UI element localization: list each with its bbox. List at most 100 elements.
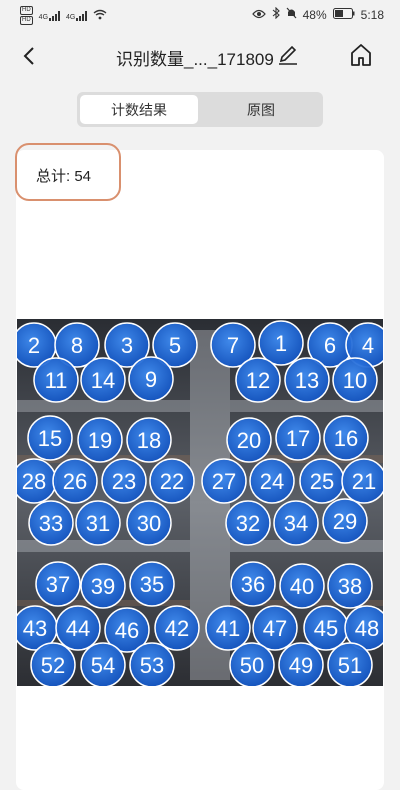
- detection-number: 37: [46, 572, 70, 597]
- annotated-pipe-photo[interactable]: 2 8 3 5 7 1 6 411 14 9 12 13 1015 19 18 20 17 1628 26 23 22 2…: [17, 319, 383, 686]
- detection-number: 10: [343, 368, 367, 393]
- detection-number: 30: [137, 511, 161, 536]
- detection-number: 1: [275, 331, 287, 356]
- total-count: 总计: 54: [36, 168, 92, 185]
- detection-marker: 41: [205, 605, 251, 651]
- detection-marker: 11: [33, 357, 79, 403]
- detection-number: 7: [227, 333, 239, 358]
- detection-marker: 52: [30, 642, 76, 686]
- detection-number: 40: [290, 574, 314, 599]
- detection-marker: 42: [154, 605, 200, 651]
- detection-marker: 10: [332, 357, 378, 403]
- detection-marker: 32: [225, 500, 271, 546]
- detection-number: 45: [314, 616, 338, 641]
- detection-number: 53: [140, 653, 164, 678]
- detection-number: 11: [45, 368, 68, 393]
- detection-marker: 29: [322, 498, 368, 544]
- detection-marker: 35: [129, 561, 175, 607]
- detection-number: 8: [71, 333, 83, 358]
- detection-number: 25: [310, 469, 334, 494]
- detection-marker: 24: [249, 458, 295, 504]
- detection-marker: 19: [77, 417, 123, 463]
- detection-marker: 22: [149, 458, 195, 504]
- eye-icon: [251, 8, 266, 22]
- detection-number: 5: [169, 333, 181, 358]
- network-status: HD HD 4G 4G: [20, 6, 107, 25]
- detection-number: 35: [140, 572, 164, 597]
- back-arrow-icon[interactable]: [18, 44, 42, 68]
- detection-number: 43: [23, 616, 47, 641]
- detection-number: 17: [286, 426, 310, 451]
- detection-marker: 14: [80, 357, 126, 403]
- detection-number: 6: [324, 333, 336, 358]
- detection-number: 52: [41, 653, 65, 678]
- detection-marker: 38: [327, 563, 373, 609]
- detection-marker: 25: [299, 458, 345, 504]
- detection-number: 3: [121, 333, 133, 358]
- signal-icon: 4G: [66, 10, 88, 21]
- detection-number: 23: [112, 469, 136, 494]
- title-bar: 识别数量_..._171809: [0, 30, 400, 82]
- detection-number: 20: [237, 428, 261, 453]
- detection-number: 24: [260, 469, 284, 494]
- battery-percent: 48%: [302, 7, 327, 22]
- detection-number: 32: [236, 511, 260, 536]
- detection-number: 31: [86, 511, 110, 536]
- tab-original-image[interactable]: 原图: [202, 95, 320, 124]
- detection-number: 50: [240, 653, 264, 678]
- detection-number: 47: [263, 616, 287, 641]
- mute-icon: [286, 7, 297, 22]
- detection-number: 2: [28, 333, 40, 358]
- detection-marker: 49: [278, 642, 324, 686]
- detection-number: 46: [115, 618, 139, 643]
- system-status: 48% 5:18: [251, 6, 384, 22]
- clock: 5:18: [360, 7, 384, 22]
- detection-number: 42: [165, 616, 189, 641]
- detection-number: 27: [212, 469, 236, 494]
- wifi-icon: [93, 9, 107, 23]
- detection-number: 34: [284, 511, 308, 536]
- edit-pencil-icon[interactable]: [276, 43, 300, 67]
- detection-number: 49: [289, 653, 313, 678]
- detection-number: 51: [338, 653, 362, 678]
- detection-marker: 50: [229, 642, 275, 686]
- detection-number: 22: [160, 469, 184, 494]
- detection-number: 13: [295, 368, 319, 393]
- detection-number: 19: [88, 428, 112, 453]
- detection-number: 9: [145, 367, 157, 392]
- tab-count-result[interactable]: 计数结果: [80, 95, 198, 124]
- home-icon[interactable]: [348, 42, 374, 68]
- status-bar: HD HD 4G 4G 48% 5:18: [0, 0, 400, 30]
- detection-marker: 40: [279, 563, 325, 609]
- detection-marker: 39: [80, 563, 126, 609]
- detection-marker: 28: [17, 458, 57, 504]
- detection-number: 18: [137, 428, 161, 453]
- detection-marker: 26: [52, 458, 98, 504]
- detection-marker: 44: [55, 605, 101, 651]
- detection-number: 26: [63, 469, 87, 494]
- detection-marker: 33: [28, 500, 74, 546]
- detection-number: 38: [338, 574, 362, 599]
- detection-number: 41: [216, 616, 240, 641]
- detection-marker: 27: [201, 458, 247, 504]
- signal-icon: 4G: [39, 10, 61, 21]
- detection-number: 28: [22, 469, 46, 494]
- detection-marker: 20: [226, 417, 272, 463]
- detection-number: 44: [66, 616, 90, 641]
- battery-icon: [332, 7, 355, 22]
- detection-number: 48: [355, 616, 379, 641]
- detection-marker: 17: [275, 415, 321, 461]
- detection-marker: 23: [101, 458, 147, 504]
- detection-number: 4: [362, 333, 374, 358]
- detection-number: 12: [246, 368, 270, 393]
- detection-marker: 36: [230, 561, 276, 607]
- detection-marker: 16: [323, 415, 369, 461]
- bluetooth-icon: [272, 6, 280, 22]
- detection-marker: 1: [258, 320, 304, 366]
- detection-marker: 21: [341, 458, 383, 504]
- detection-marker: 37: [35, 561, 81, 607]
- detection-number: 14: [91, 368, 115, 393]
- detection-marker: 18: [126, 417, 172, 463]
- detection-marker: 30: [126, 500, 172, 546]
- detection-number: 21: [352, 469, 376, 494]
